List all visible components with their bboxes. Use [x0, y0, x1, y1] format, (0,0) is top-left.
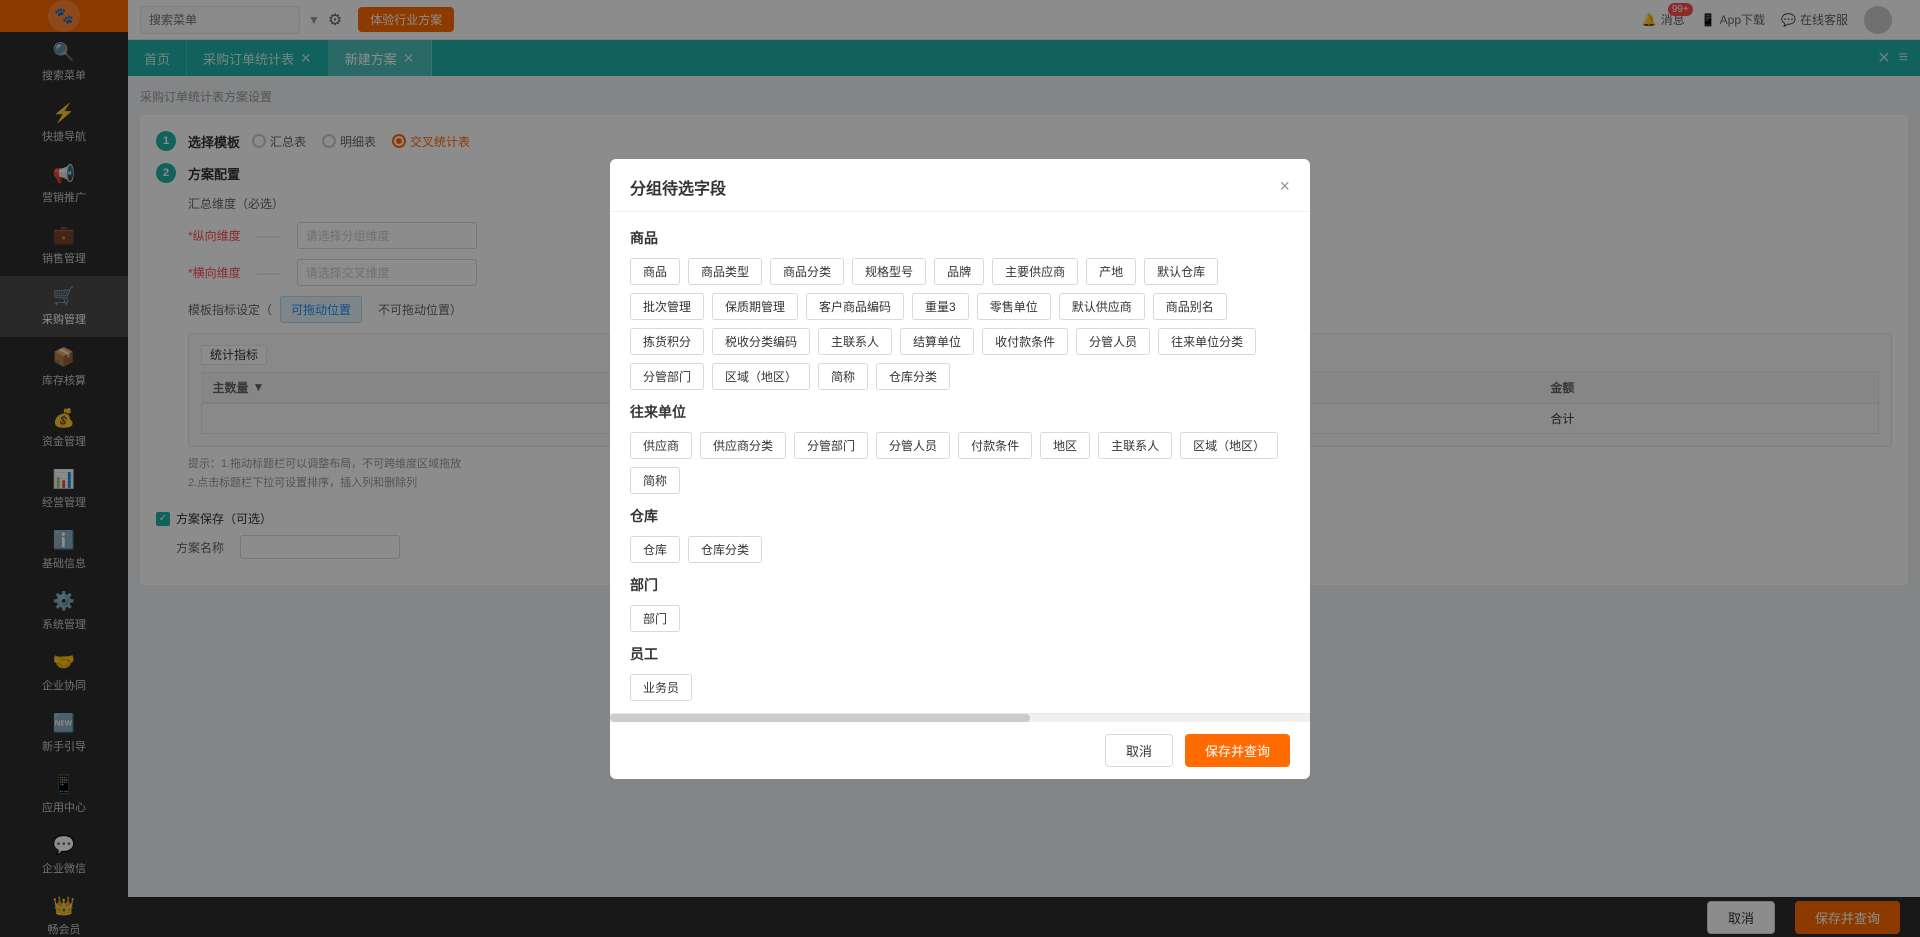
field-tag-partner-7[interactable]: 区域（地区）: [1180, 432, 1278, 459]
modal-footer: 取消 保存并查询: [610, 721, 1310, 779]
field-tag-goods-8[interactable]: 批次管理: [630, 293, 704, 320]
field-tag-goods-9[interactable]: 保质期管理: [712, 293, 798, 320]
modal-title: 分组待选字段: [630, 175, 726, 199]
modal-close-button[interactable]: ×: [1279, 176, 1290, 197]
modal-save-button[interactable]: 保存并查询: [1185, 734, 1290, 767]
field-tag-goods-2[interactable]: 商品分类: [770, 258, 844, 285]
field-tags-partner: 供应商供应商分类分管部门分管人员付款条件地区主联系人区域（地区） 简称: [630, 432, 1290, 494]
field-tags-warehouse: 仓库仓库分类: [630, 536, 1290, 563]
field-tag-goods-15[interactable]: 拣货积分: [630, 328, 704, 355]
field-tag-staff-0[interactable]: 业务员: [630, 674, 692, 701]
field-tag-goods-24[interactable]: 简称: [818, 363, 868, 390]
field-tag-goods-3[interactable]: 规格型号: [852, 258, 926, 285]
field-group-title-goods: 商品: [630, 228, 1290, 248]
field-tag-goods-17[interactable]: 主联系人: [818, 328, 892, 355]
field-tag-partner-6[interactable]: 主联系人: [1098, 432, 1172, 459]
field-tag-department-0[interactable]: 部门: [630, 605, 680, 632]
field-group-title-department: 部门: [630, 575, 1290, 595]
field-tag-partner-2[interactable]: 分管部门: [794, 432, 868, 459]
field-tag-warehouse-1[interactable]: 仓库分类: [688, 536, 762, 563]
modal-body[interactable]: 商品商品商品类型商品分类规格型号品牌主要供应商产地默认仓库批次管理保质期管理客户…: [610, 212, 1310, 714]
field-tag-goods-1[interactable]: 商品类型: [688, 258, 762, 285]
field-tag-goods-22[interactable]: 分管部门: [630, 363, 704, 390]
field-tags-goods: 商品商品类型商品分类规格型号品牌主要供应商产地默认仓库批次管理保质期管理客户商品…: [630, 258, 1290, 390]
field-group-title-warehouse: 仓库: [630, 506, 1290, 526]
modal-header: 分组待选字段 ×: [610, 159, 1310, 212]
field-tag-goods-20[interactable]: 分管人员: [1076, 328, 1150, 355]
field-tag-goods-21[interactable]: 往来单位分类: [1158, 328, 1256, 355]
field-tag-goods-6[interactable]: 产地: [1086, 258, 1136, 285]
field-tag-goods-19[interactable]: 收付款条件: [982, 328, 1068, 355]
modal-scrollbar-thumb: [610, 714, 1030, 722]
field-tag-goods-7[interactable]: 默认仓库: [1144, 258, 1218, 285]
field-tag-goods-23[interactable]: 区域（地区）: [712, 363, 810, 390]
field-tag-goods-16[interactable]: 税收分类编码: [712, 328, 810, 355]
field-tag-goods-14[interactable]: 商品别名: [1153, 293, 1227, 320]
field-group-title-partner: 往来单位: [630, 402, 1290, 422]
field-tag-partner-3[interactable]: 分管人员: [876, 432, 950, 459]
field-tag-partner-0[interactable]: 供应商: [630, 432, 692, 459]
field-tag-partner-1[interactable]: 供应商分类: [700, 432, 786, 459]
modal-horizontal-scrollbar[interactable]: [610, 713, 1310, 720]
field-group-title-staff: 员工: [630, 644, 1290, 664]
field-tag-goods-11[interactable]: 重量3: [912, 293, 969, 320]
field-tag-goods-0[interactable]: 商品: [630, 258, 680, 285]
field-tag-goods-25[interactable]: 仓库分类: [876, 363, 950, 390]
field-tags-staff: 业务员: [630, 674, 1290, 701]
field-tag-partner-4[interactable]: 付款条件: [958, 432, 1032, 459]
field-tag-goods-10[interactable]: 客户商品编码: [806, 293, 904, 320]
field-tag-partner-8[interactable]: 简称: [630, 467, 680, 494]
field-tag-goods-12[interactable]: 零售单位: [977, 293, 1051, 320]
modal-dialog: 分组待选字段 × 商品商品商品类型商品分类规格型号品牌主要供应商产地默认仓库批次…: [610, 159, 1310, 779]
field-tag-warehouse-0[interactable]: 仓库: [630, 536, 680, 563]
field-tag-goods-5[interactable]: 主要供应商: [992, 258, 1078, 285]
field-tag-goods-13[interactable]: 默认供应商: [1059, 293, 1145, 320]
field-tag-goods-18[interactable]: 结算单位: [900, 328, 974, 355]
field-tag-goods-4[interactable]: 品牌: [934, 258, 984, 285]
field-tag-partner-5[interactable]: 地区: [1040, 432, 1090, 459]
modal-cancel-button[interactable]: 取消: [1105, 734, 1173, 767]
field-tags-department: 部门: [630, 605, 1290, 632]
modal-overlay: 分组待选字段 × 商品商品商品类型商品分类规格型号品牌主要供应商产地默认仓库批次…: [0, 0, 1920, 937]
